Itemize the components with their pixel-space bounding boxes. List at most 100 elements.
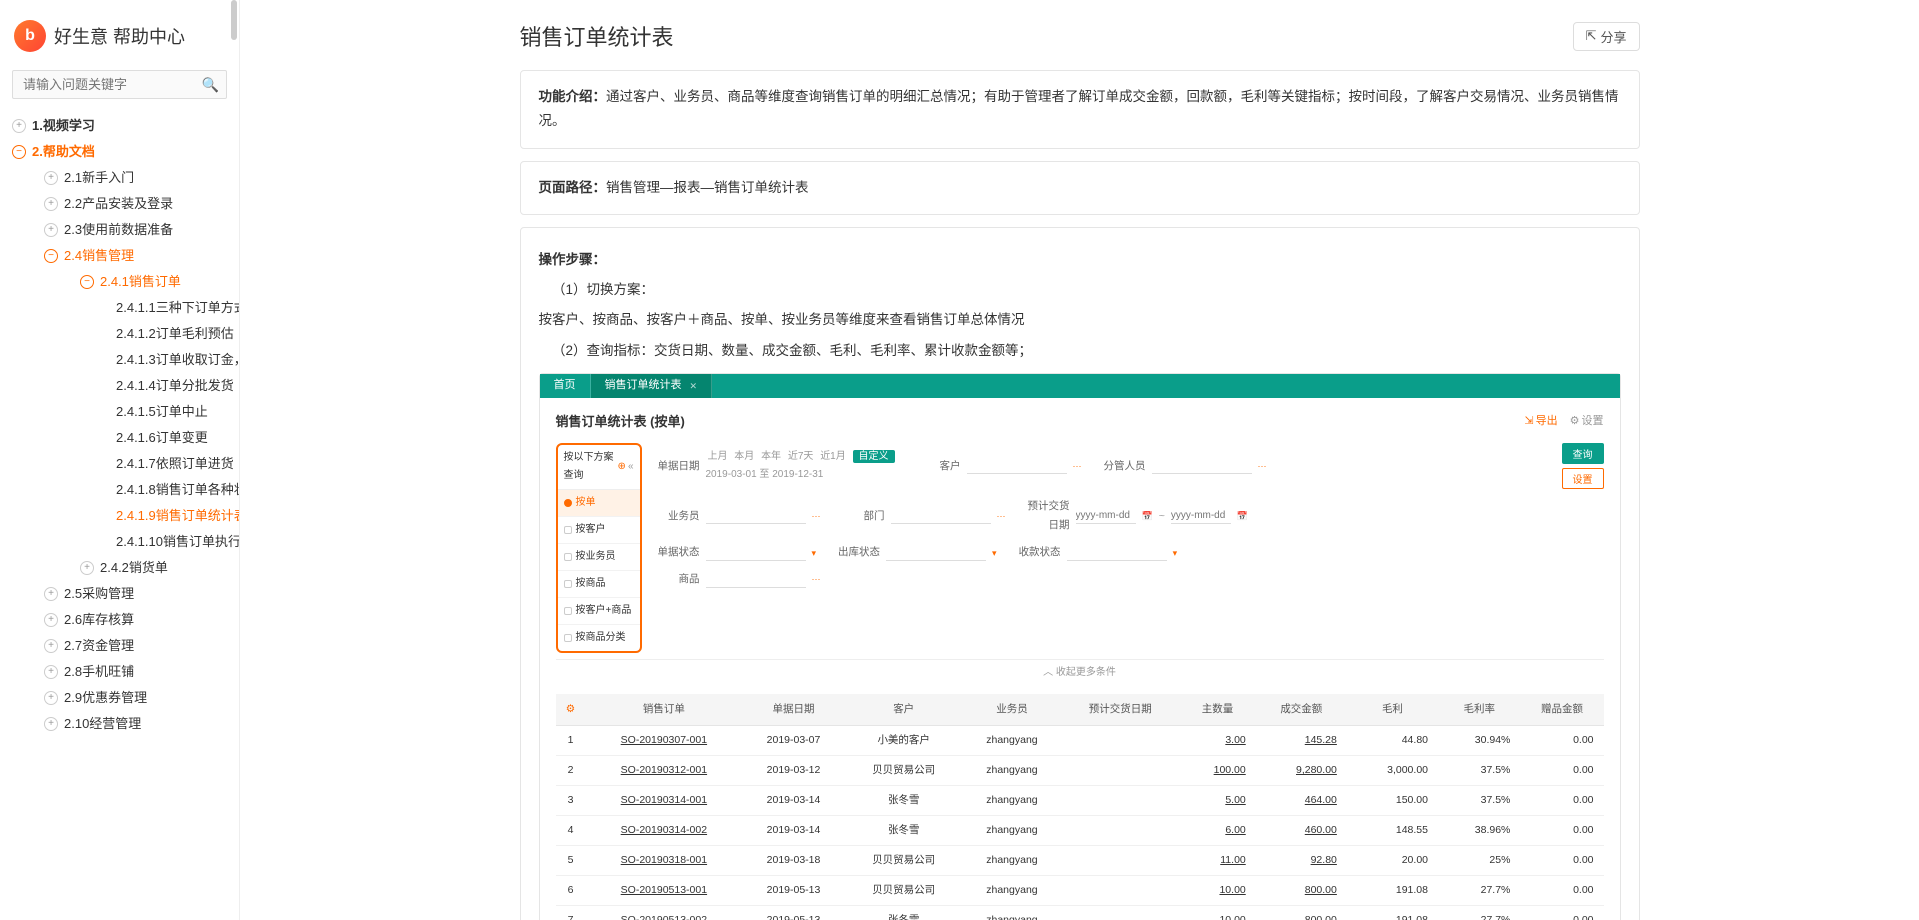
nav-item[interactable]: 2.4.1.10销售订单执行表	[68, 529, 231, 555]
manager-input[interactable]	[1152, 458, 1252, 474]
collapse-icon[interactable]: −	[44, 249, 58, 263]
order-link[interactable]: SO-20190513-001	[621, 884, 707, 896]
table-cell: 6.00	[1179, 816, 1256, 846]
expand-icon[interactable]: +	[12, 119, 26, 133]
scheme-collapse-icon[interactable]: «	[628, 458, 634, 476]
nav-item[interactable]: 2.4.1.8销售订单各种状态	[68, 477, 231, 503]
scheme-header-label: 按以下方案查询	[564, 449, 618, 485]
salesman-input[interactable]	[706, 508, 806, 524]
expand-icon[interactable]: +	[44, 665, 58, 679]
outstatus-input[interactable]	[886, 545, 986, 561]
scheme-option[interactable]: 按商品分类	[558, 625, 640, 651]
table-row: 3SO-20190314-0012019-03-14张冬雪zhangyang5.…	[556, 786, 1604, 816]
nav-item[interactable]: 2.4.1.4订单分批发货	[68, 373, 231, 399]
scheme-option[interactable]: 按客户+商品	[558, 598, 640, 625]
expand-icon[interactable]: +	[80, 561, 94, 575]
table-cell: zhangyang	[963, 905, 1062, 920]
expand-icon[interactable]: +	[44, 691, 58, 705]
search-icon[interactable]: 🔍	[202, 76, 219, 93]
scheme-option[interactable]: 按业务员	[558, 544, 640, 571]
nav-item[interactable]: 2.4.1.1三种下订单方式	[68, 295, 231, 321]
collapse-icon[interactable]: −	[80, 275, 94, 289]
table-cell: SO-20190307-001	[586, 726, 743, 756]
scheme-option[interactable]: 按客户	[558, 517, 640, 544]
table-cell: 4	[556, 816, 586, 846]
gear-icon[interactable]: ⚙	[566, 703, 575, 715]
table-cell: 2019-03-14	[742, 816, 844, 846]
order-link[interactable]: SO-20190307-001	[621, 734, 707, 746]
nav-item[interactable]: 2.4.1.9销售订单统计表	[68, 503, 231, 529]
order-link[interactable]: SO-20190513-002	[621, 914, 707, 920]
nav-item[interactable]: 2.4.1.7依照订单进货	[68, 451, 231, 477]
table-cell: zhangyang	[963, 875, 1062, 905]
nav-item[interactable]: +2.5采购管理	[28, 581, 231, 607]
expand-icon[interactable]: +	[44, 613, 58, 627]
table-cell: 5.00	[1179, 786, 1256, 816]
expand-icon[interactable]: +	[44, 587, 58, 601]
table-row: 4SO-20190314-0022019-03-14张冬雪zhangyang6.…	[556, 816, 1604, 846]
nav-item[interactable]: +2.7资金管理	[28, 633, 231, 659]
status-input[interactable]	[706, 545, 806, 561]
scheme-add-icon[interactable]: ⊕	[618, 458, 626, 476]
collapse-filters[interactable]: ︿ 收起更多条件	[556, 659, 1604, 686]
table-cell: 100.00	[1179, 756, 1256, 786]
nav-item[interactable]: 2.4.1.3订单收取订金，销货单	[68, 347, 231, 373]
table-cell: 30.94%	[1438, 726, 1520, 756]
table-row: 1SO-20190307-0012019-03-07小美的客户zhangyang…	[556, 726, 1604, 756]
nav-item[interactable]: +2.4.2销货单	[48, 555, 231, 581]
radio-icon	[564, 607, 572, 615]
scheme-option[interactable]: 按商品	[558, 571, 640, 598]
custom-date-button[interactable]: 自定义	[853, 450, 895, 463]
nav-item[interactable]: +2.1新手入门	[28, 165, 231, 191]
ss1-tab-active[interactable]: 销售订单统计表 ✕	[591, 374, 713, 398]
product-input[interactable]	[706, 572, 806, 588]
collapse-icon[interactable]: −	[12, 145, 26, 159]
nav-item[interactable]: +2.3使用前数据准备	[28, 217, 231, 243]
table-cell: 贝贝贸易公司	[845, 875, 963, 905]
step2: （2）查询指标：交货日期、数量、成交金额、毛利、毛利率、累计收款金额等；	[539, 339, 1621, 363]
customer-input[interactable]	[967, 458, 1067, 474]
expected-from-input[interactable]	[1076, 508, 1136, 524]
expand-icon[interactable]: +	[44, 717, 58, 731]
nav-item[interactable]: +2.8手机旺铺	[28, 659, 231, 685]
config-button[interactable]: 设置	[1562, 468, 1604, 489]
expand-icon[interactable]: +	[44, 639, 58, 653]
search-input[interactable]	[12, 70, 227, 99]
export-button[interactable]: ⇲导出	[1524, 412, 1557, 432]
nav-item[interactable]: 2.4.1.6订单变更	[68, 425, 231, 451]
share-button[interactable]: ⇱ 分享	[1573, 22, 1640, 51]
order-link[interactable]: SO-20190312-001	[621, 764, 707, 776]
nav-item[interactable]: +2.2产品安装及登录	[28, 191, 231, 217]
nav-item[interactable]: +2.10经营管理	[28, 711, 231, 737]
expected-to-input[interactable]	[1171, 508, 1231, 524]
table-row: 5SO-20190318-0012019-03-18贝贝贸易公司zhangyan…	[556, 845, 1604, 875]
nav-item[interactable]: 2.4.1.5订单中止	[68, 399, 231, 425]
dept-input[interactable]	[891, 508, 991, 524]
nav-item[interactable]: +1.视频学习	[8, 113, 231, 139]
order-link[interactable]: SO-20190314-002	[621, 824, 707, 836]
expand-icon[interactable]: +	[44, 171, 58, 185]
filter-product-label: 商品	[652, 570, 700, 589]
expand-icon[interactable]: +	[44, 197, 58, 211]
nav-item[interactable]: −2.帮助文档	[8, 139, 231, 165]
table-cell	[1061, 845, 1179, 875]
expand-icon[interactable]: +	[44, 223, 58, 237]
scheme-option[interactable]: 按单	[558, 490, 640, 517]
table-cell: 11.00	[1179, 845, 1256, 875]
export-icon: ⇲	[1524, 412, 1533, 432]
nav-item[interactable]: 2.4.1.2订单毛利预估	[68, 321, 231, 347]
order-link[interactable]: SO-20190314-001	[621, 794, 707, 806]
nav-item[interactable]: −2.4.1销售订单	[48, 269, 231, 295]
nav-item-label: 2.10经营管理	[64, 711, 141, 737]
table-cell: 460.00	[1256, 816, 1347, 846]
nav-item[interactable]: +2.6库存核算	[28, 607, 231, 633]
order-link[interactable]: SO-20190318-001	[621, 854, 707, 866]
close-icon[interactable]: ✕	[690, 378, 698, 394]
nav-item[interactable]: +2.9优惠券管理	[28, 685, 231, 711]
query-button[interactable]: 查询	[1562, 443, 1604, 464]
settings-button[interactable]: ⚙设置	[1570, 412, 1604, 432]
nav-item[interactable]: −2.4销售管理	[28, 243, 231, 269]
ss1-tab-home[interactable]: 首页	[540, 374, 591, 398]
paystatus-input[interactable]	[1067, 545, 1167, 561]
table-cell: 800.00	[1256, 905, 1347, 920]
